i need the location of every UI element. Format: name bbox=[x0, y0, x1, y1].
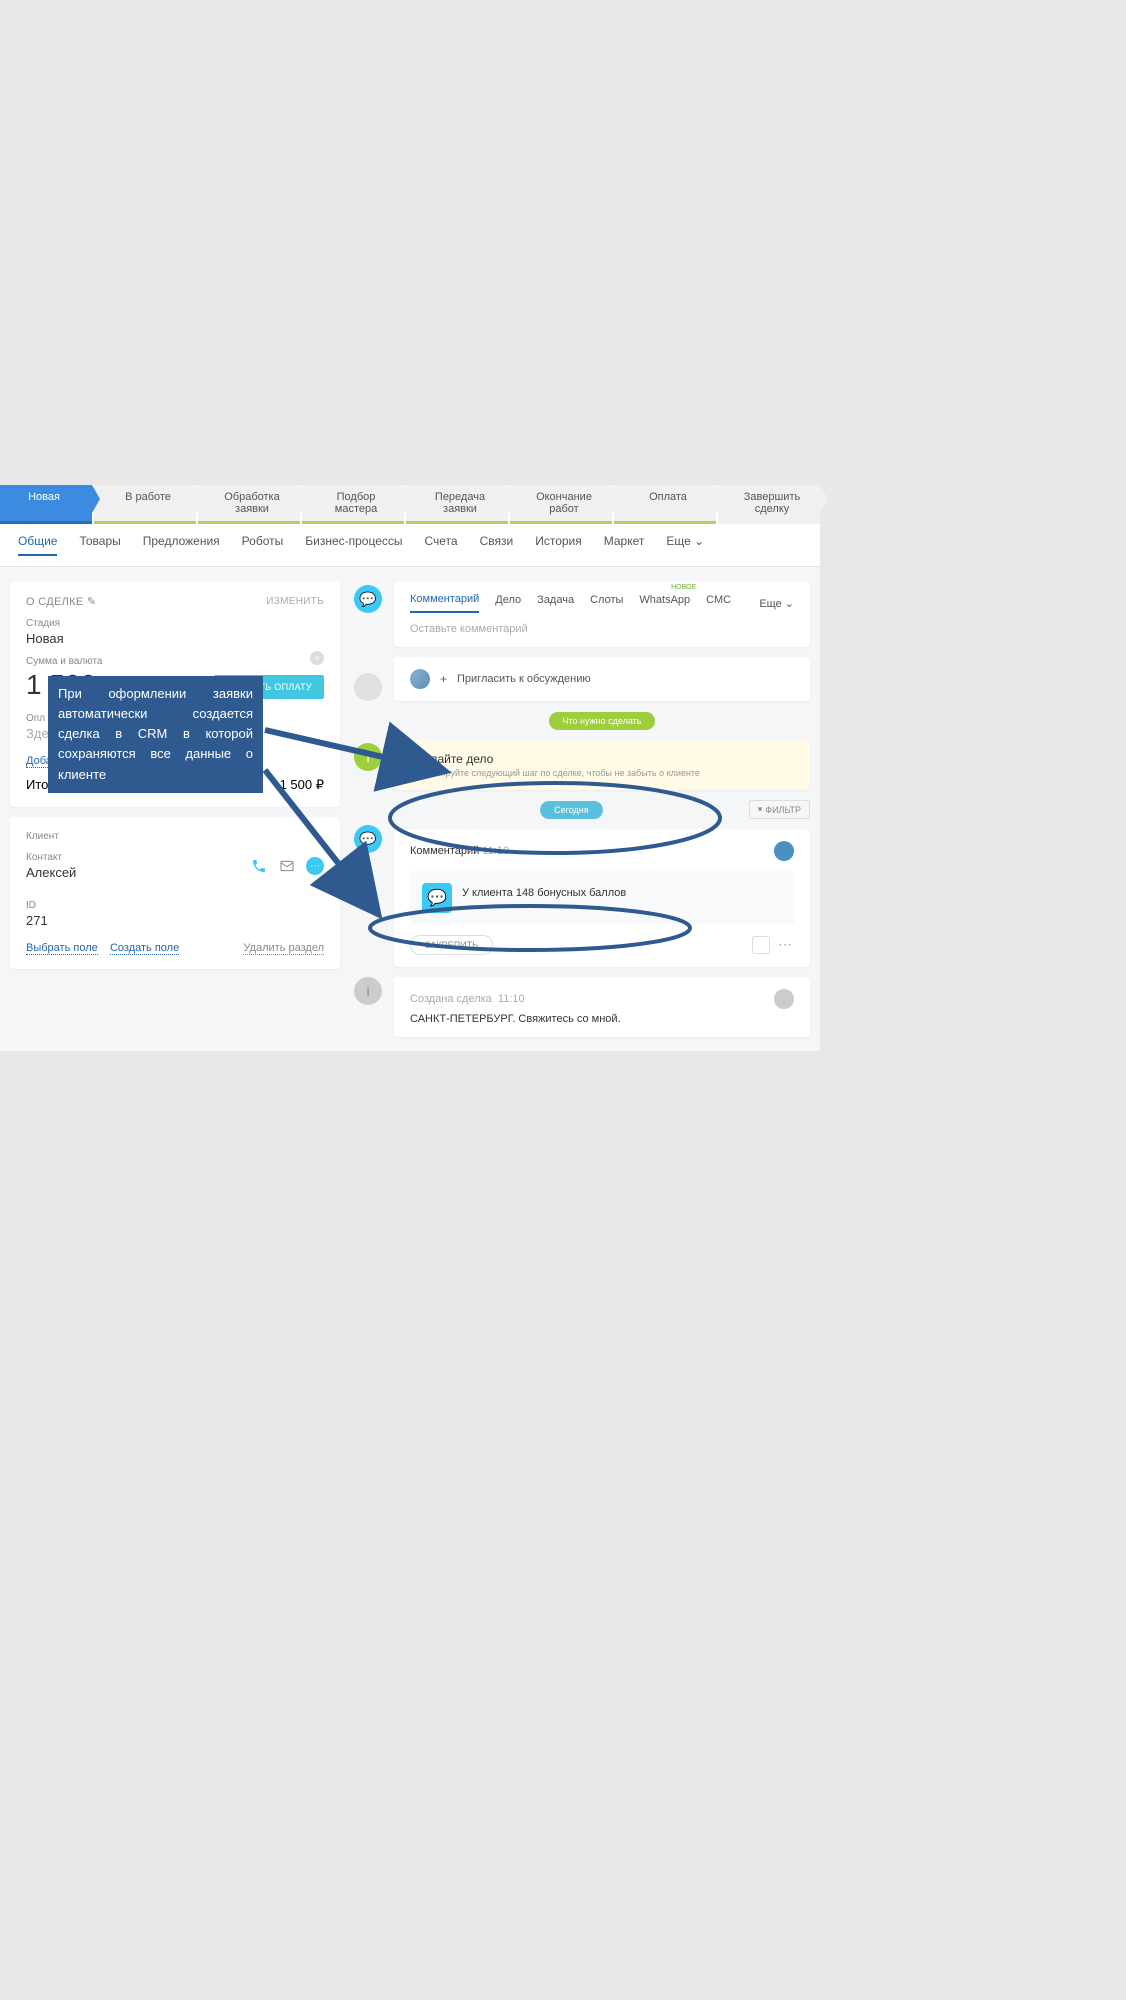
clear-icon[interactable]: × bbox=[310, 651, 324, 665]
tab-products[interactable]: Товары bbox=[79, 534, 120, 556]
mini-tab-activity[interactable]: Дело bbox=[495, 594, 521, 612]
todo-pill-row: Что нужно сделать bbox=[394, 711, 810, 730]
stage-item[interactable]: Оплата bbox=[614, 485, 716, 524]
action-icon[interactable] bbox=[752, 936, 770, 954]
id-value: 271 bbox=[26, 913, 324, 928]
mail-icon[interactable] bbox=[278, 857, 296, 875]
stage-item[interactable]: Передача заявки bbox=[406, 485, 508, 524]
client-section-title: Клиент bbox=[26, 831, 324, 842]
comment-icon[interactable]: 💬 bbox=[354, 585, 382, 613]
comment-input[interactable]: Оставьте комментарий bbox=[410, 623, 794, 635]
tab-history[interactable]: История bbox=[535, 534, 582, 556]
mini-tab-task[interactable]: Задача bbox=[537, 594, 574, 612]
more-icon[interactable]: ⋯ bbox=[778, 936, 794, 954]
comment-event-panel: Комментарий 11:10 💬 У клиента 148 бонусн… bbox=[394, 829, 810, 967]
edit-link[interactable]: ИЗМЕНИТЬ bbox=[266, 596, 324, 607]
stage-pipeline: Новая В работе Обработка заявки Подбор м… bbox=[0, 485, 820, 524]
main-tabs: Общие Товары Предложения Роботы Бизнес-п… bbox=[0, 524, 820, 567]
tab-links[interactable]: Связи bbox=[480, 534, 514, 556]
author-avatar[interactable] bbox=[774, 989, 794, 1009]
filter-row: Сегодня ▾ФИЛЬТР bbox=[394, 800, 810, 819]
invite-text: Пригласить к обсуждению bbox=[457, 673, 591, 685]
comment-text: У клиента 148 бонусных баллов bbox=[462, 883, 782, 903]
stage-item[interactable]: В работе bbox=[94, 485, 196, 524]
tab-invoices[interactable]: Счета bbox=[425, 534, 458, 556]
funnel-icon: ▾ bbox=[758, 804, 763, 815]
deal-event-title: Создана сделка bbox=[410, 993, 492, 1005]
id-label: ID bbox=[26, 900, 324, 911]
tab-offers[interactable]: Предложения bbox=[143, 534, 220, 556]
tab-general[interactable]: Общие bbox=[18, 534, 57, 556]
tab-robots[interactable]: Роботы bbox=[242, 534, 284, 556]
stage-item[interactable]: Окончание работ bbox=[510, 485, 612, 524]
filter-button[interactable]: ▾ФИЛЬТР bbox=[749, 800, 810, 819]
deal-section-title: О СДЕЛКЕ ✎ bbox=[26, 595, 96, 608]
deal-event-time: 11:10 bbox=[498, 993, 525, 1005]
amount-label: Сумма и валюта bbox=[26, 656, 324, 667]
todo-panel[interactable]: Создайте дело Запланируйте следующий шаг… bbox=[394, 740, 810, 790]
contact-label: Контакт bbox=[26, 852, 76, 863]
total-label: Ито bbox=[26, 777, 48, 793]
timeline-info-icon: i bbox=[354, 977, 382, 1005]
contact-name[interactable]: Алексей bbox=[26, 865, 76, 880]
stage-label: Стадия bbox=[26, 618, 324, 629]
delete-section-link[interactable]: Удалить раздел bbox=[243, 942, 324, 955]
event-time: 11:10 bbox=[482, 845, 509, 857]
select-field-link[interactable]: Выбрать поле bbox=[26, 942, 98, 955]
comment-bubble: 💬 У клиента 148 бонусных баллов bbox=[410, 871, 794, 925]
mini-tab-more[interactable]: Еще ⌄ bbox=[759, 597, 794, 610]
deal-created-panel: Создана сделка 11:10 САНКТ-ПЕТЕРБУРГ. Св… bbox=[394, 977, 810, 1037]
timeline-comment-icon: 💬 bbox=[354, 825, 382, 853]
stage-value: Новая bbox=[26, 631, 324, 646]
stage-item[interactable]: Подбор мастера bbox=[302, 485, 404, 524]
info-icon: i bbox=[354, 743, 382, 771]
mini-tab-comment[interactable]: Комментарий bbox=[410, 593, 479, 613]
create-field-link[interactable]: Создать поле bbox=[110, 942, 179, 955]
pencil-icon[interactable]: ✎ bbox=[87, 596, 97, 608]
author-avatar[interactable] bbox=[774, 841, 794, 861]
user-avatar-icon bbox=[410, 669, 430, 689]
pin-button[interactable]: ЗАКРЕПИТЬ bbox=[410, 935, 493, 955]
phone-icon[interactable] bbox=[250, 857, 268, 875]
chat-icon: 💬 bbox=[422, 883, 452, 913]
today-pill: Сегодня bbox=[540, 801, 603, 819]
stage-item[interactable]: Новая bbox=[0, 485, 92, 524]
mini-tab-slots[interactable]: Слоты bbox=[590, 594, 623, 612]
plus-icon[interactable]: + bbox=[440, 672, 447, 686]
todo-title: Создайте дело bbox=[410, 752, 794, 766]
stage-item[interactable]: Обработка заявки bbox=[198, 485, 300, 524]
event-title: Комментарий bbox=[410, 845, 479, 857]
tab-more[interactable]: Еще ⌄ bbox=[666, 534, 704, 556]
todo-pill: Что нужно сделать bbox=[549, 712, 656, 730]
comment-composer-panel: Комментарий Дело Задача Слоты WhatsAppНО… bbox=[394, 581, 810, 647]
mini-tab-whatsapp[interactable]: WhatsAppНОВОЕ bbox=[639, 594, 690, 612]
im-icon[interactable]: ⋯ bbox=[306, 857, 324, 875]
mini-tab-sms[interactable]: СМС bbox=[706, 594, 731, 612]
total-value: 1 500 ₽ bbox=[280, 777, 324, 793]
invite-panel[interactable]: + Пригласить к обсуждению bbox=[394, 657, 810, 701]
avatar-icon[interactable] bbox=[354, 673, 382, 701]
tab-bizproc[interactable]: Бизнес-процессы bbox=[305, 534, 402, 556]
tab-market[interactable]: Маркет bbox=[604, 534, 645, 556]
todo-subtitle: Запланируйте следующий шаг по сделке, чт… bbox=[410, 768, 794, 778]
annotation-callout: При оформлении заявки автоматически созд… bbox=[48, 676, 263, 793]
deal-event-text: САНКТ-ПЕТЕРБУРГ. Свяжитесь со мной. bbox=[410, 1013, 794, 1025]
client-card: Клиент Контакт Алексей ⋯ ID 271 bbox=[10, 817, 340, 969]
stage-complete[interactable]: Завершить сделку bbox=[718, 485, 820, 524]
